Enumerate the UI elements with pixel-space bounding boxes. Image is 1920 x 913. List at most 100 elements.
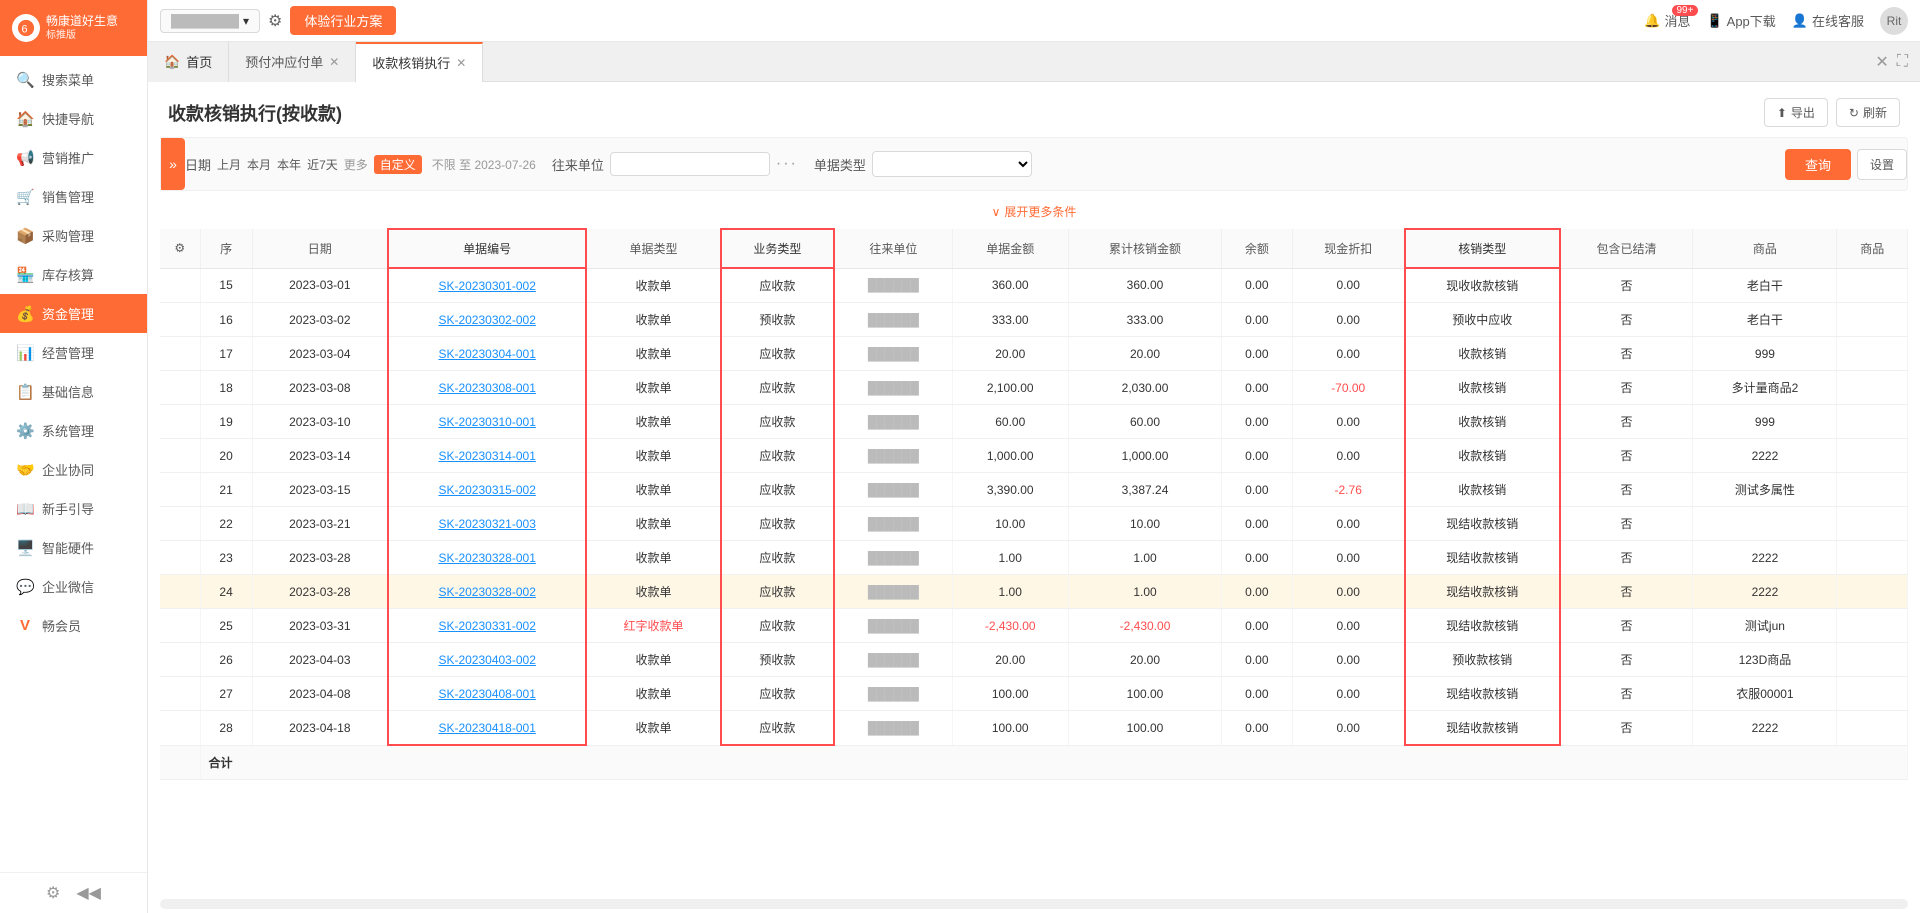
gear-icon[interactable]: ⚙ (268, 11, 282, 31)
doc-type-select[interactable] (872, 151, 1032, 177)
date-opt-lastmonth[interactable]: 上月 (217, 156, 241, 173)
cell-biz-type: 应收款 (721, 473, 835, 507)
cell-doc-no[interactable]: SK-20230321-003 (388, 507, 587, 541)
cell-include-settled: 否 (1560, 575, 1693, 609)
tab-prepay[interactable]: 预付冲应付单 ✕ (229, 42, 356, 82)
filter-settings-button[interactable]: 设置 (1857, 149, 1907, 180)
table-row[interactable]: 262023-04-03SK-20230403-002收款单预收款██████2… (160, 643, 1908, 677)
filter-toggle-button[interactable]: » (161, 138, 185, 190)
table-row[interactable]: 162023-03-02SK-20230302-002收款单预收款██████3… (160, 303, 1908, 337)
chevron-down-icon: ▾ (243, 14, 249, 28)
query-button[interactable]: 查询 (1785, 149, 1851, 180)
cell-doc-no[interactable]: SK-20230328-002 (388, 575, 587, 609)
custom-date-button[interactable]: 自定义 (374, 155, 422, 174)
sidebar-item-search[interactable]: 🔍 搜索菜单 (0, 60, 147, 99)
message-button[interactable]: 🔔 消息 99+ (1644, 11, 1690, 30)
table-row[interactable]: 232023-03-28SK-20230328-001收款单应收款██████1… (160, 541, 1908, 575)
sidebar-item-hardware[interactable]: 🖥️ 智能硬件 (0, 528, 147, 567)
sidebar-item-corp[interactable]: 🤝 企业协同 (0, 450, 147, 489)
date-opt-thismonth[interactable]: 本月 (247, 156, 271, 173)
table-row[interactable]: 152023-03-01SK-20230301-002收款单应收款██████3… (160, 268, 1908, 303)
cell-no: 16 (200, 303, 252, 337)
settings-footer-icon[interactable]: ⚙ (46, 883, 60, 903)
export-button[interactable]: ⬆ 导出 (1764, 98, 1828, 127)
sidebar-item-member[interactable]: V 畅会员 (0, 606, 147, 645)
cell-doc-no[interactable]: SK-20230304-001 (388, 337, 587, 371)
sidebar-item-purchase[interactable]: 📦 采购管理 (0, 216, 147, 255)
unit-input[interactable] (610, 152, 770, 176)
sidebar-item-guide[interactable]: 📖 新手引导 (0, 489, 147, 528)
sidebar-item-nav[interactable]: 🏠 快捷导航 (0, 99, 147, 138)
sidebar-item-sales[interactable]: 🛒 销售管理 (0, 177, 147, 216)
refresh-button[interactable]: ↻ 刷新 (1836, 98, 1900, 127)
sidebar-item-inventory[interactable]: 🏪 库存核算 (0, 255, 147, 294)
table-row[interactable]: 222023-03-21SK-20230321-003收款单应收款██████1… (160, 507, 1908, 541)
table-row[interactable]: 172023-03-04SK-20230304-001收款单应收款██████2… (160, 337, 1908, 371)
cell-settings (160, 541, 200, 575)
tab-close-all-icon[interactable]: ✕ (1875, 52, 1888, 72)
sidebar-item-system[interactable]: ⚙️ 系统管理 (0, 411, 147, 450)
sidebar-item-marketing[interactable]: 📢 营销推广 (0, 138, 147, 177)
cell-writeoff: 20.00 (1068, 643, 1221, 677)
cell-unit: ██████ (834, 507, 952, 541)
cell-doc-no[interactable]: SK-20230328-001 (388, 541, 587, 575)
date-opt-more[interactable]: 更多 (344, 156, 368, 173)
table-row[interactable]: 242023-03-28SK-20230328-002收款单应收款██████1… (160, 575, 1908, 609)
tab-home[interactable]: 🏠 首页 (148, 42, 229, 82)
cell-include-settled: 否 (1560, 303, 1693, 337)
horizontal-scrollbar[interactable] (160, 899, 1908, 909)
cell-doc-no[interactable]: SK-20230403-002 (388, 643, 587, 677)
cell-writeoff: 360.00 (1068, 268, 1221, 303)
cell-include-settled: 否 (1560, 405, 1693, 439)
table-row[interactable]: 202023-03-14SK-20230314-001收款单应收款██████1… (160, 439, 1908, 473)
cell-date: 2023-03-31 (252, 609, 388, 643)
cell-include-settled: 否 (1560, 643, 1693, 677)
tab-receipt-close[interactable]: ✕ (456, 56, 466, 70)
collapse-icon[interactable]: ◀◀ (76, 883, 101, 903)
app-logo: 6 畅康道好生意 标推版 (0, 0, 147, 56)
cell-doc-no[interactable]: SK-20230314-001 (388, 439, 587, 473)
cell-doc-no[interactable]: SK-20230408-001 (388, 677, 587, 711)
tab-receipt[interactable]: 收款核销执行 ✕ (356, 42, 483, 82)
cell-doc-no[interactable]: SK-20230302-002 (388, 303, 587, 337)
table-row[interactable]: 212023-03-15SK-20230315-002收款单应收款██████3… (160, 473, 1908, 507)
cell-doc-no[interactable]: SK-20230418-001 (388, 711, 587, 746)
table-row[interactable]: 182023-03-08SK-20230308-001收款单应收款██████2… (160, 371, 1908, 405)
sidebar-item-operation[interactable]: 📊 经营管理 (0, 333, 147, 372)
user-avatar[interactable]: Rit (1880, 7, 1908, 35)
col-settings-icon[interactable]: ⚙ (174, 241, 185, 255)
company-selector[interactable]: ████████ ▾ (160, 9, 260, 33)
table-row[interactable]: 282023-04-18SK-20230418-001收款单应收款██████1… (160, 711, 1908, 746)
online-service-button[interactable]: 👤 在线客服 (1792, 11, 1864, 30)
cell-biz-type: 应收款 (721, 439, 835, 473)
cell-goods: 测试多属性 (1693, 473, 1837, 507)
cell-doc-type: 收款单 (586, 507, 720, 541)
cell-writeoff: 10.00 (1068, 507, 1221, 541)
cell-doc-type: 收款单 (586, 268, 720, 303)
tab-prepay-close[interactable]: ✕ (329, 55, 339, 69)
table-row[interactable]: 252023-03-31SK-20230331-002红字收款单应收款█████… (160, 609, 1908, 643)
cell-type: 预收中应收 (1405, 303, 1560, 337)
table-row[interactable]: 272023-04-08SK-20230408-001收款单应收款██████1… (160, 677, 1908, 711)
cell-doc-no[interactable]: SK-20230308-001 (388, 371, 587, 405)
sidebar-item-finance[interactable]: 💰 资金管理 (0, 294, 147, 333)
date-opt-thisyear[interactable]: 本年 (277, 156, 301, 173)
sidebar-item-basic[interactable]: 📋 基础信息 (0, 372, 147, 411)
col-writeoff: 累计核销金额 (1068, 229, 1221, 268)
filter-type-group: 单据类型 (814, 151, 1032, 177)
filter-date-group: 日期 上月 本月 本年 近7天 更多 自定义 不限 至 2023-07-26 (185, 155, 536, 174)
solution-button[interactable]: 体验行业方案 (290, 6, 396, 35)
cell-doc-no[interactable]: SK-20230331-002 (388, 609, 587, 643)
table-row[interactable]: 192023-03-10SK-20230310-001收款单应收款██████6… (160, 405, 1908, 439)
cell-goods: 2222 (1693, 541, 1837, 575)
sidebar-item-wechat[interactable]: 💬 企业微信 (0, 567, 147, 606)
tab-expand-icon[interactable]: ⛶ (1897, 53, 1908, 71)
cell-doc-no[interactable]: SK-20230310-001 (388, 405, 587, 439)
expand-button[interactable]: ∨ 展开更多条件 (992, 203, 1077, 220)
cell-doc-no[interactable]: SK-20230301-002 (388, 268, 587, 303)
date-opt-7days[interactable]: 近7天 (307, 156, 338, 173)
unit-dots[interactable]: ··· (776, 155, 798, 173)
col-settings[interactable]: ⚙ (160, 229, 200, 268)
app-download-button[interactable]: 📱 App下载 (1706, 11, 1775, 30)
cell-doc-no[interactable]: SK-20230315-002 (388, 473, 587, 507)
